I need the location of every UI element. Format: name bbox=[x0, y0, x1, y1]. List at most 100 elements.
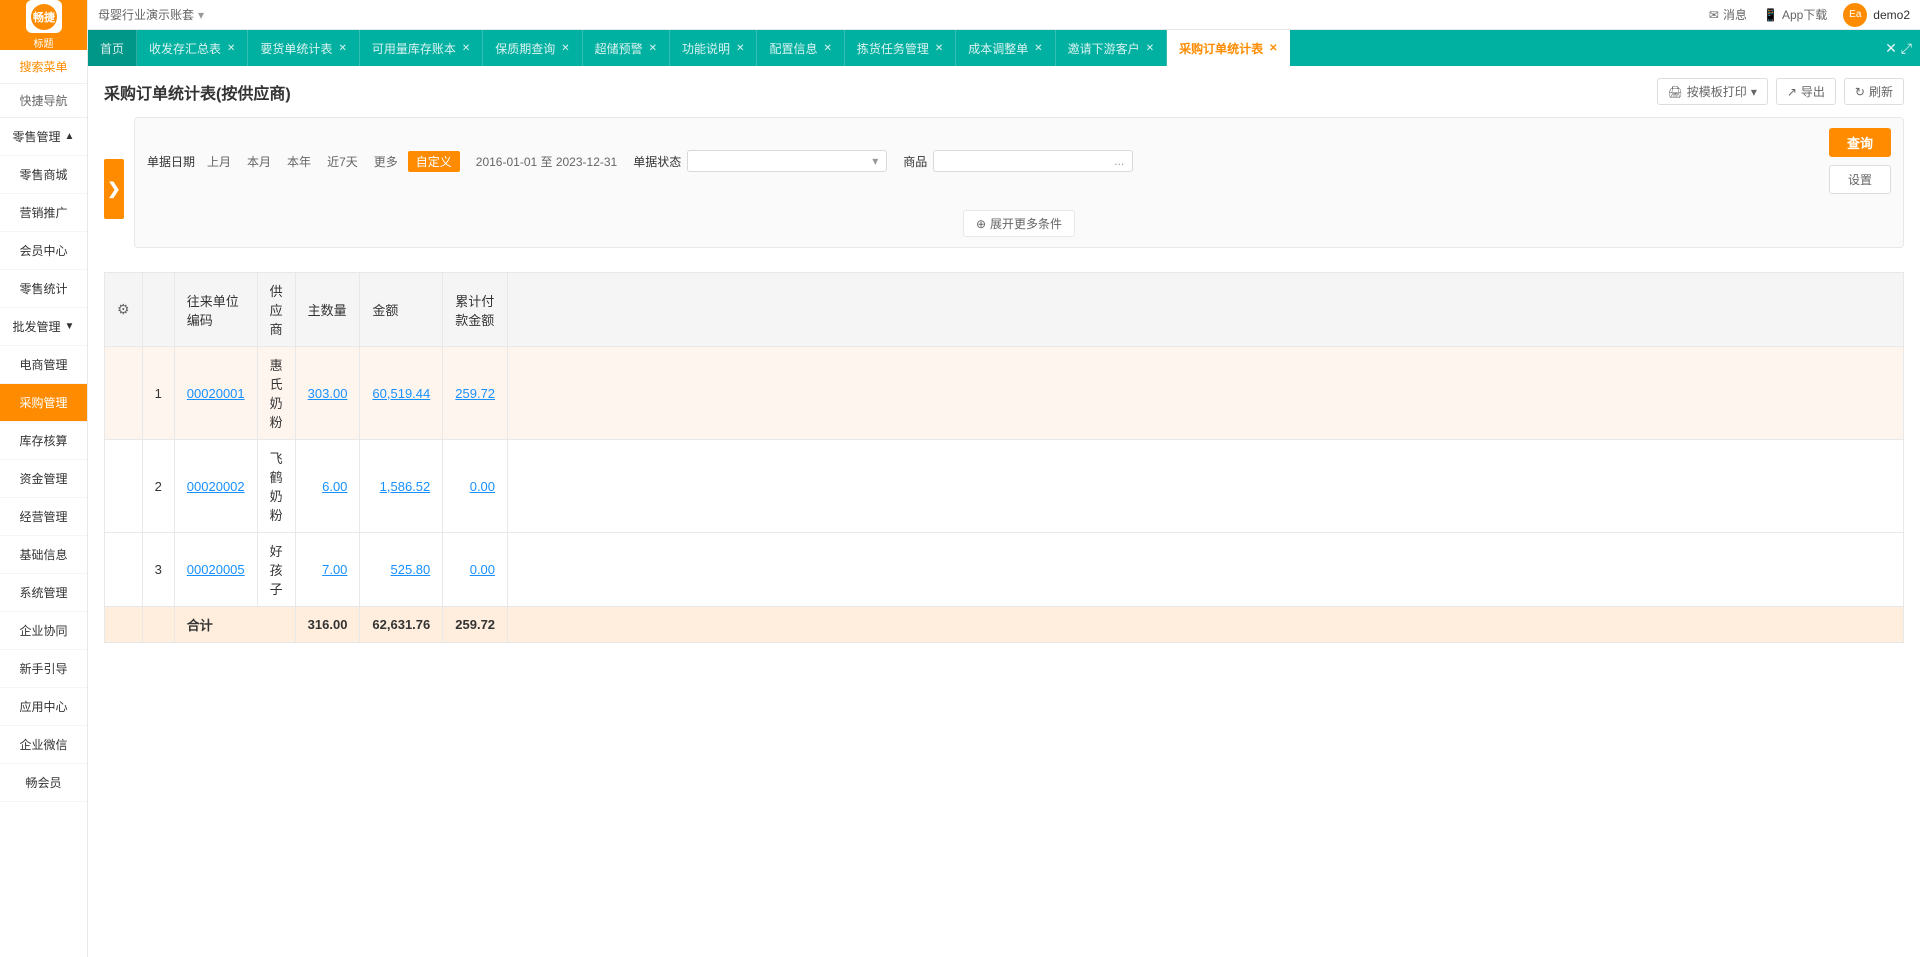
row-index-cell: 1 bbox=[142, 347, 174, 440]
close-icon[interactable]: ✕ bbox=[1269, 43, 1277, 54]
tab-config-info[interactable]: 配置信息 ✕ bbox=[757, 30, 844, 66]
tab-demand-summary[interactable]: 要货单统计表 ✕ bbox=[248, 30, 359, 66]
date-label: 单据日期 bbox=[147, 153, 195, 170]
sidebar-item-ecommerce[interactable]: 电商管理 bbox=[0, 346, 87, 384]
close-icon[interactable]: ✕ bbox=[736, 43, 744, 54]
row-amount[interactable]: 525.80 bbox=[360, 533, 443, 607]
sidebar-item-system[interactable]: 系统管理 bbox=[0, 574, 87, 612]
refresh-icon: ↻ bbox=[1855, 85, 1865, 99]
row-qty[interactable]: 7.00 bbox=[295, 533, 360, 607]
row-amount[interactable]: 1,586.52 bbox=[360, 440, 443, 533]
sidebar-item-retail-shop[interactable]: 零售商城 bbox=[0, 156, 87, 194]
row-supplier-code[interactable]: 00020005 bbox=[174, 533, 257, 607]
sidebar-item-guide[interactable]: 新手引导 bbox=[0, 650, 87, 688]
close-icon[interactable]: ✕ bbox=[935, 43, 943, 54]
tab-function-desc[interactable]: 功能说明 ✕ bbox=[670, 30, 757, 66]
row-qty[interactable]: 6.00 bbox=[295, 440, 360, 533]
query-button[interactable]: 查询 bbox=[1829, 128, 1891, 157]
close-icon[interactable]: ✕ bbox=[227, 43, 235, 54]
row-index-cell: 3 bbox=[142, 533, 174, 607]
close-icon[interactable]: ✕ bbox=[823, 43, 831, 54]
row-amount[interactable]: 60,519.44 bbox=[360, 347, 443, 440]
close-icon[interactable]: ✕ bbox=[561, 43, 569, 54]
sidebar-item-app-center[interactable]: 应用中心 bbox=[0, 688, 87, 726]
sidebar-item-stock[interactable]: 库存核算 bbox=[0, 422, 87, 460]
row-supplier-code[interactable]: 00020002 bbox=[174, 440, 257, 533]
settings-button[interactable]: 设置 bbox=[1829, 165, 1891, 194]
sidebar-item-marketing[interactable]: 营销推广 bbox=[0, 194, 87, 232]
sidebar-item-wechat[interactable]: 企业微信 bbox=[0, 726, 87, 764]
total-label-cell: 合计 bbox=[174, 607, 295, 643]
sidebar-item-member[interactable]: 会员中心 bbox=[0, 232, 87, 270]
sidebar-item-wholesale[interactable]: 批发管理 ▼ bbox=[0, 308, 87, 346]
filter-date-item: 单据日期 上月 本月 本年 近7天 更多 自定义 bbox=[147, 151, 460, 172]
row-paid-amount[interactable]: 259.72 bbox=[443, 347, 508, 440]
sidebar-item-ops[interactable]: 经营管理 bbox=[0, 498, 87, 536]
close-icon[interactable]: ✕ bbox=[1146, 43, 1154, 54]
chevron-down-icon: ▾ bbox=[198, 8, 204, 22]
date-btn-this-month[interactable]: 本月 bbox=[241, 151, 277, 172]
tab-home[interactable]: 首页 bbox=[88, 30, 137, 66]
chevron-down-icon: ▼ bbox=[65, 321, 75, 332]
tab-receive-summary[interactable]: 收发存汇总表 ✕ bbox=[137, 30, 248, 66]
sidebar-item-search[interactable]: 搜索菜单 bbox=[0, 50, 87, 84]
col-amount: 金额 bbox=[360, 273, 443, 347]
row-qty[interactable]: 303.00 bbox=[295, 347, 360, 440]
filter-goods-item: 商品 ... bbox=[903, 150, 1133, 172]
tab-overstock-warning[interactable]: 超储预警 ✕ bbox=[583, 30, 670, 66]
export-button[interactable]: ↗ 导出 bbox=[1776, 78, 1836, 105]
goods-input[interactable]: ... bbox=[933, 150, 1133, 172]
expand-filter-button[interactable]: ⊕ 展开更多条件 bbox=[963, 210, 1075, 237]
maximize-button[interactable]: ⤢ bbox=[1901, 40, 1912, 57]
app-download-button[interactable]: 📱 App下载 bbox=[1763, 6, 1827, 23]
date-btn-more[interactable]: 更多 bbox=[368, 151, 404, 172]
sidebar-item-retail-mgmt[interactable]: 零售管理 ▲ bbox=[0, 118, 87, 156]
row-extra bbox=[508, 347, 1904, 440]
chevron-up-icon: ▲ bbox=[65, 131, 75, 142]
print-button[interactable]: 🖨 按模板打印 ▾ bbox=[1657, 78, 1768, 105]
sidebar-item-purchase[interactable]: 采购管理 bbox=[0, 384, 87, 422]
tab-expiry-query[interactable]: 保质期查询 ✕ bbox=[483, 30, 582, 66]
sidebar-item-retail-stats[interactable]: 零售统计 bbox=[0, 270, 87, 308]
close-icon[interactable]: ✕ bbox=[649, 43, 657, 54]
row-paid-amount[interactable]: 0.00 bbox=[443, 440, 508, 533]
message-button[interactable]: ✉ 消息 bbox=[1709, 6, 1747, 23]
col-paid-amount: 累计付款金额 bbox=[443, 273, 508, 347]
date-btn-this-year[interactable]: 本年 bbox=[281, 151, 317, 172]
sidebar-item-vip[interactable]: 畅会员 bbox=[0, 764, 87, 802]
user-profile[interactable]: Ea demo2 bbox=[1843, 3, 1910, 27]
query-actions: 查询 设置 bbox=[1829, 128, 1891, 194]
close-icon[interactable]: ✕ bbox=[1034, 43, 1042, 54]
date-btn-last-month[interactable]: 上月 bbox=[201, 151, 237, 172]
row-supplier-name: 飞鹤奶粉 bbox=[257, 440, 295, 533]
sidebar-item-enterprise[interactable]: 企业协同 bbox=[0, 612, 87, 650]
chevron-down-icon: ▾ bbox=[1751, 85, 1757, 99]
sidebar-item-quick-nav[interactable]: 快捷导航 bbox=[0, 84, 87, 118]
close-all-tabs-button[interactable]: ✕ bbox=[1885, 40, 1897, 57]
date-range-label: 2016-01-01 至 2023-12-31 bbox=[476, 153, 617, 170]
export-icon: ↗ bbox=[1787, 85, 1797, 99]
row-supplier-code[interactable]: 00020001 bbox=[174, 347, 257, 440]
date-btn-7days[interactable]: 近7天 bbox=[321, 151, 364, 172]
row-extra bbox=[508, 533, 1904, 607]
total-qty-cell: 316.00 bbox=[295, 607, 360, 643]
tab-pick-task[interactable]: 拣货任务管理 ✕ bbox=[845, 30, 956, 66]
sidebar-item-basic[interactable]: 基础信息 bbox=[0, 536, 87, 574]
tab-purchase-summary[interactable]: 采购订单统计表 ✕ bbox=[1167, 30, 1290, 66]
tab-cost-adjust[interactable]: 成本调整单 ✕ bbox=[956, 30, 1055, 66]
workspace-label: 母婴行业演示账套 bbox=[98, 6, 194, 23]
date-custom-tag[interactable]: 自定义 bbox=[408, 151, 460, 172]
tab-available-stock[interactable]: 可用量库存账本 ✕ bbox=[360, 30, 483, 66]
sidebar-item-finance[interactable]: 资金管理 bbox=[0, 460, 87, 498]
status-select[interactable]: ▾ bbox=[687, 150, 887, 172]
column-settings-icon[interactable]: ⚙ bbox=[117, 301, 130, 317]
close-icon[interactable]: ✕ bbox=[462, 43, 470, 54]
close-icon[interactable]: ✕ bbox=[338, 43, 346, 54]
row-settings-cell bbox=[105, 533, 143, 607]
tab-invite-downstream[interactable]: 邀请下游客户 ✕ bbox=[1056, 30, 1167, 66]
workspace-selector[interactable]: 母婴行业演示账套 ▾ bbox=[98, 6, 204, 23]
filter-date-range-item: 2016-01-01 至 2023-12-31 bbox=[476, 153, 617, 170]
filter-collapse-button[interactable]: ❯ bbox=[104, 159, 124, 219]
row-paid-amount[interactable]: 0.00 bbox=[443, 533, 508, 607]
refresh-button[interactable]: ↻ 刷新 bbox=[1844, 78, 1904, 105]
